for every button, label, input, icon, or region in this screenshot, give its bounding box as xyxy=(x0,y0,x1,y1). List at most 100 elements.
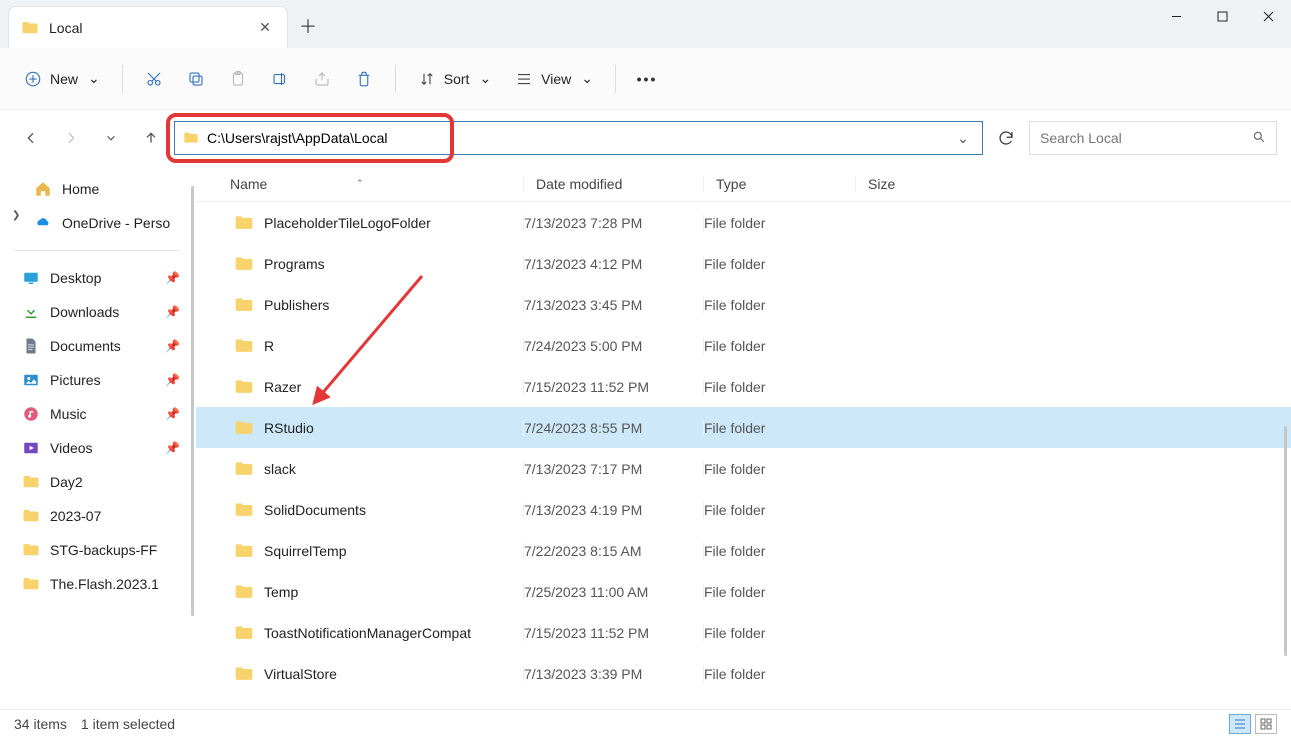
folder-icon xyxy=(22,541,40,559)
file-name: PlaceholderTileLogoFolder xyxy=(264,215,431,231)
table-row[interactable]: Programs7/13/2023 4:12 PMFile folder xyxy=(196,243,1291,284)
file-type: File folder xyxy=(704,297,765,313)
file-name: Temp xyxy=(264,584,298,600)
table-row[interactable]: slack7/13/2023 7:17 PMFile folder xyxy=(196,448,1291,489)
file-date: 7/13/2023 3:39 PM xyxy=(524,666,642,682)
sidebar-item-label: OneDrive - Perso xyxy=(62,215,170,231)
file-name: RStudio xyxy=(264,420,314,436)
sort-button[interactable]: Sort ⌄ xyxy=(408,61,501,97)
table-row[interactable]: Temp7/25/2023 11:00 AMFile folder xyxy=(196,571,1291,612)
address-input[interactable] xyxy=(207,130,944,146)
pin-icon: 📌 xyxy=(165,373,180,387)
table-row[interactable]: Razer7/15/2023 11:52 PMFile folder xyxy=(196,366,1291,407)
search-box[interactable] xyxy=(1029,121,1277,155)
folder-icon xyxy=(183,130,199,146)
chevron-down-icon: ⌄ xyxy=(88,70,100,87)
minimize-button[interactable] xyxy=(1153,0,1199,32)
sidebar-item-downloads[interactable]: Downloads📌 xyxy=(10,295,184,329)
table-row[interactable]: RStudio7/24/2023 8:55 PMFile folder xyxy=(196,407,1291,448)
sidebar-item-onedrive-perso[interactable]: OneDrive - Perso xyxy=(10,206,184,240)
music-icon xyxy=(22,405,40,423)
pin-icon: 📌 xyxy=(165,305,180,319)
col-name[interactable]: Name⌃ xyxy=(196,176,523,192)
paste-button[interactable] xyxy=(219,61,257,97)
view-toggles xyxy=(1229,714,1277,734)
sidebar-item-stg-backups-ff[interactable]: STG-backups-FF xyxy=(10,533,184,567)
address-bar[interactable]: ⌄ xyxy=(174,121,983,155)
forward-button[interactable] xyxy=(54,121,88,155)
sidebar-item-label: Pictures xyxy=(50,372,101,388)
col-size[interactable]: Size xyxy=(855,176,951,192)
window-controls xyxy=(1153,0,1291,32)
delete-button[interactable] xyxy=(345,61,383,97)
active-tab[interactable]: Local ✕ xyxy=(8,6,288,48)
search-input[interactable] xyxy=(1040,130,1252,146)
table-row[interactable]: Publishers7/13/2023 3:45 PMFile folder xyxy=(196,284,1291,325)
more-button[interactable]: ••• xyxy=(628,61,666,97)
table-row[interactable]: SolidDocuments7/13/2023 4:19 PMFile fold… xyxy=(196,489,1291,530)
new-button[interactable]: New ⌄ xyxy=(14,61,110,97)
maximize-button[interactable] xyxy=(1199,0,1245,32)
sidebar-item-pictures[interactable]: Pictures 📌 xyxy=(10,363,184,397)
sidebar-item-label: Day2 xyxy=(50,474,83,490)
expand-icon[interactable]: ❯ xyxy=(12,210,20,221)
table-row[interactable]: R7/24/2023 5:00 PMFile folder xyxy=(196,325,1291,366)
file-name: ToastNotificationManagerCompat xyxy=(264,625,471,641)
table-row[interactable]: PlaceholderTileLogoFolder7/13/2023 7:28 … xyxy=(196,202,1291,243)
rename-button[interactable] xyxy=(261,61,299,97)
separator xyxy=(395,65,396,93)
sidebar-item-desktop[interactable]: Desktop📌 xyxy=(10,261,184,295)
sidebar-item-documents[interactable]: Documents📌 xyxy=(10,329,184,363)
refresh-button[interactable] xyxy=(989,121,1023,155)
address-dropdown-icon[interactable]: ⌄ xyxy=(952,130,974,147)
chevron-down-icon: ⌄ xyxy=(479,70,491,87)
file-date: 7/13/2023 4:12 PM xyxy=(524,256,642,272)
sidebar-item-label: Documents xyxy=(50,338,121,354)
details-view-button[interactable] xyxy=(1229,714,1251,734)
share-button[interactable] xyxy=(303,61,341,97)
sidebar-item-videos[interactable]: Videos📌 xyxy=(10,431,184,465)
up-button[interactable] xyxy=(134,121,168,155)
file-type: File folder xyxy=(704,420,765,436)
close-tab-icon[interactable]: ✕ xyxy=(257,19,273,36)
status-bar: 34 items 1 item selected xyxy=(0,709,1291,737)
pane-scrollbar[interactable] xyxy=(1284,426,1287,656)
table-row[interactable]: ToastNotificationManagerCompat7/15/2023 … xyxy=(196,612,1291,653)
separator xyxy=(615,65,616,93)
col-date[interactable]: Date modified xyxy=(523,176,703,192)
cut-button[interactable] xyxy=(135,61,173,97)
sort-label: Sort xyxy=(444,71,470,87)
table-row[interactable]: SquirrelTemp7/22/2023 8:15 AMFile folder xyxy=(196,530,1291,571)
file-type: File folder xyxy=(704,625,765,641)
back-button[interactable] xyxy=(14,121,48,155)
recent-button[interactable] xyxy=(94,121,128,155)
file-name: VirtualStore xyxy=(264,666,337,682)
new-tab-button[interactable]: ＋ xyxy=(288,6,328,46)
col-type[interactable]: Type xyxy=(703,176,855,192)
sidebar-item-home[interactable]: Home xyxy=(10,172,184,206)
file-date: 7/24/2023 5:00 PM xyxy=(524,338,642,354)
sidebar-item-label: 2023-07 xyxy=(50,508,101,524)
file-type: File folder xyxy=(704,502,765,518)
table-row[interactable]: VirtualStore 7/13/2023 3:39 PM File folder xyxy=(196,653,1291,694)
folder-icon xyxy=(234,459,254,479)
copy-button[interactable] xyxy=(177,61,215,97)
sidebar-item-day2[interactable]: Day2 xyxy=(10,465,184,499)
view-button[interactable]: View ⌄ xyxy=(505,61,603,97)
separator xyxy=(122,65,123,93)
close-window-button[interactable] xyxy=(1245,0,1291,32)
sidebar-separator xyxy=(14,250,180,251)
pictures-icon xyxy=(22,371,40,389)
folder-icon xyxy=(22,507,40,525)
sidebar-item-music[interactable]: Music📌 xyxy=(10,397,184,431)
folder-icon xyxy=(234,664,254,684)
file-type: File folder xyxy=(704,461,765,477)
sidebar-item-label: Home xyxy=(62,181,99,197)
folder-icon xyxy=(234,541,254,561)
thumbs-view-button[interactable] xyxy=(1255,714,1277,734)
sidebar-scrollbar[interactable] xyxy=(191,186,194,616)
sidebar-item-the-flash-2023-1[interactable]: The.Flash.2023.1 xyxy=(10,567,184,601)
sidebar-item-2023-07[interactable]: 2023-07 xyxy=(10,499,184,533)
view-label: View xyxy=(541,71,571,87)
file-type: File folder xyxy=(704,666,765,682)
